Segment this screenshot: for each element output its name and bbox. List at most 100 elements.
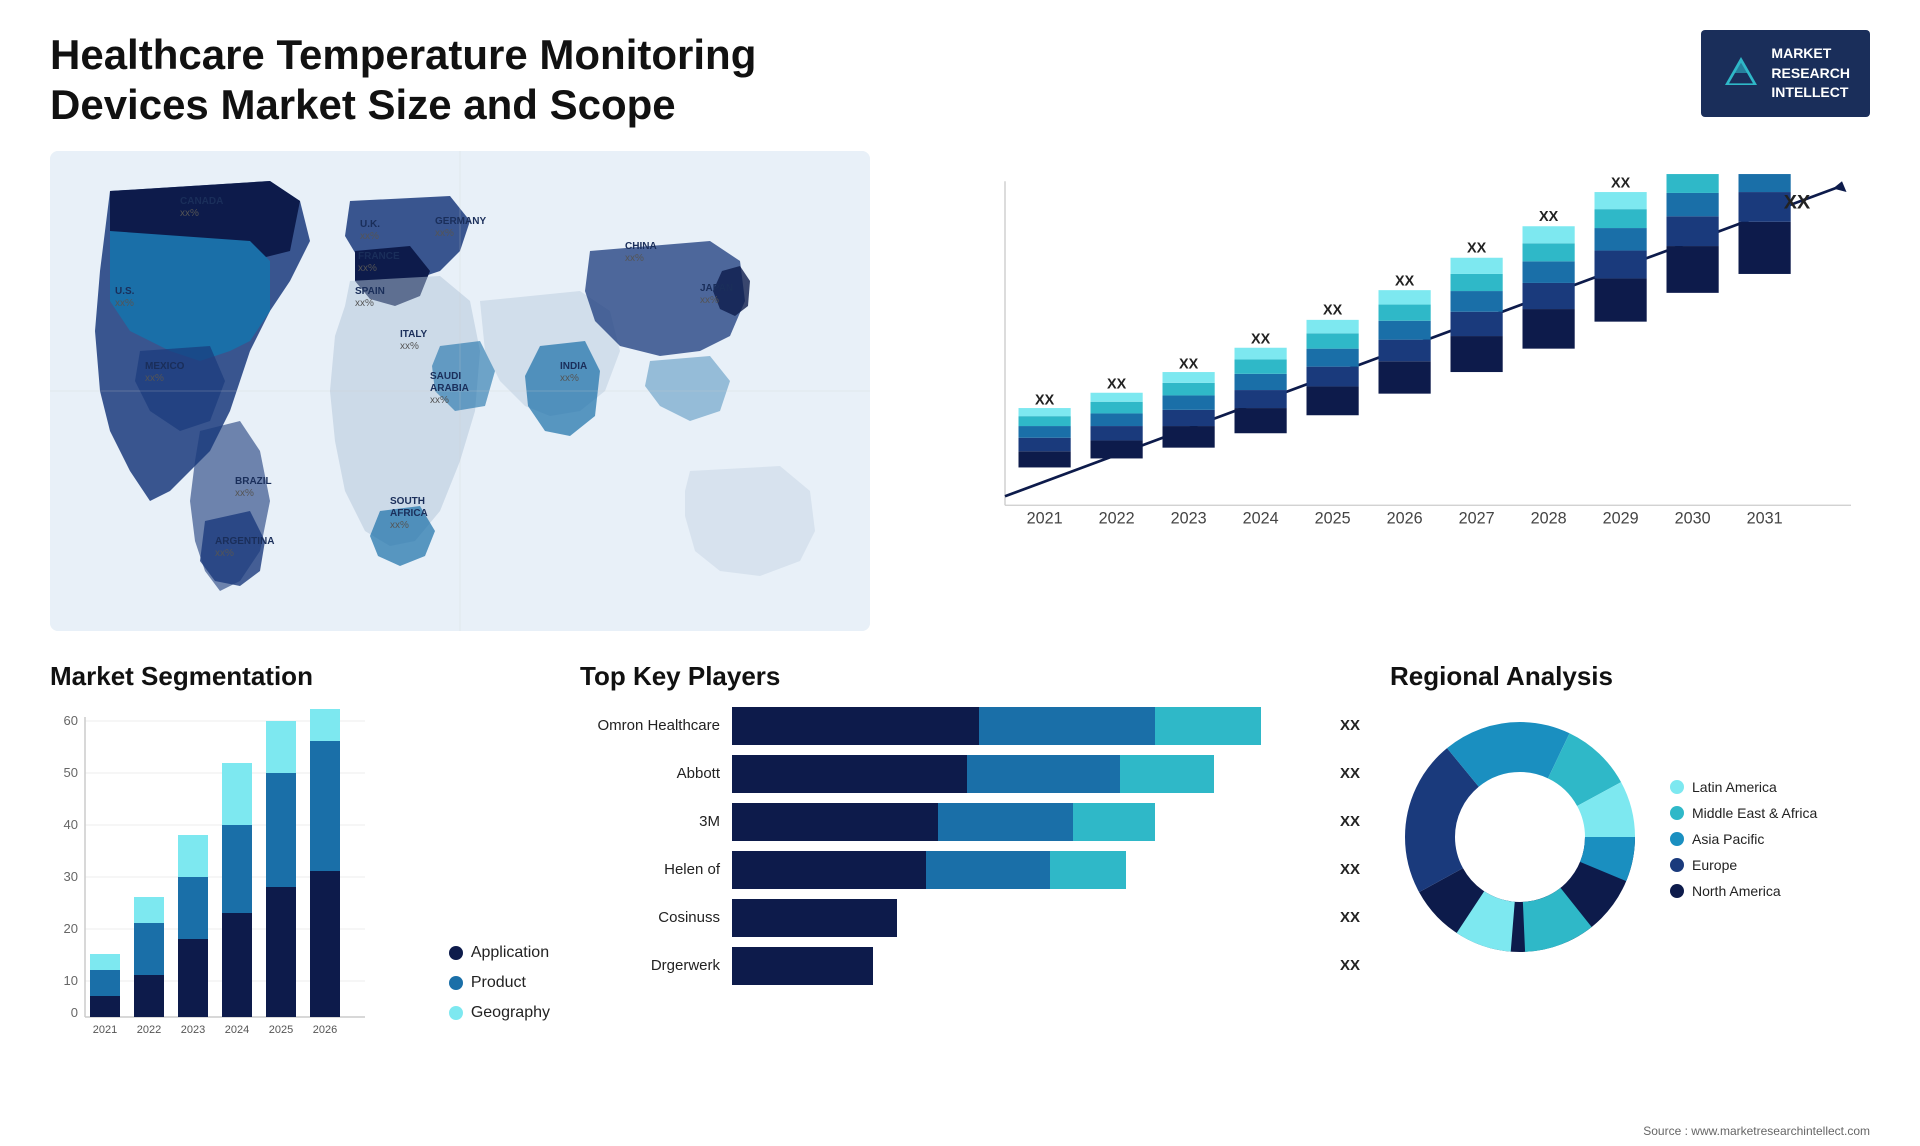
bar-chart-section: 2021 XX 2022 XX 2023 XX xyxy=(900,151,1870,631)
svg-text:2022: 2022 xyxy=(1099,509,1135,527)
svg-text:2029: 2029 xyxy=(1603,509,1639,527)
label-north-america: North America xyxy=(1692,883,1781,899)
bar-seg-mid xyxy=(967,755,1120,793)
legend-application: Application xyxy=(449,944,550,962)
legend-label-application: Application xyxy=(471,944,549,962)
bar-seg-mid xyxy=(979,707,1155,745)
bar-seg-dark xyxy=(732,899,897,937)
label-europe: Europe xyxy=(1692,857,1737,873)
donut-svg-wrap xyxy=(1390,707,1650,972)
player-name-cosinuss: Cosinuss xyxy=(580,909,720,926)
player-name-3m: 3M xyxy=(580,813,720,830)
legend-dot-product xyxy=(449,976,463,990)
bar-seg-dark xyxy=(732,851,926,889)
svg-text:60: 60 xyxy=(64,713,78,728)
seg-legend: Application Product Geography xyxy=(449,944,550,1052)
bar-seg-mid xyxy=(926,851,1049,889)
bar-seg-mid xyxy=(938,803,1073,841)
dot-asia-pacific xyxy=(1670,832,1684,846)
donut-area: Latin America Middle East & Africa Asia … xyxy=(1390,707,1870,972)
player-bar-helen xyxy=(732,851,1320,889)
legend-latin-america: Latin America xyxy=(1670,779,1817,795)
players-title: Top Key Players xyxy=(580,661,1360,692)
svg-text:2024: 2024 xyxy=(1243,509,1279,527)
svg-text:30: 30 xyxy=(64,869,78,884)
player-val-cosinuss: XX xyxy=(1340,909,1360,926)
label-asia-pacific: Asia Pacific xyxy=(1692,831,1764,847)
player-bar-3m xyxy=(732,803,1320,841)
header: Healthcare Temperature Monitoring Device… xyxy=(50,30,1870,131)
player-val-drgerwerk: XX xyxy=(1340,957,1360,974)
svg-text:2021: 2021 xyxy=(1027,509,1063,527)
dot-europe xyxy=(1670,858,1684,872)
legend-europe: Europe xyxy=(1670,857,1817,873)
player-val-3m: XX xyxy=(1340,813,1360,830)
player-row-omron: Omron Healthcare XX xyxy=(580,707,1360,745)
logo-line2: RESEARCH xyxy=(1771,64,1850,84)
players-bars: Omron Healthcare XX Abbott xyxy=(580,707,1360,985)
player-row-3m: 3M XX xyxy=(580,803,1360,841)
bar-seg-light xyxy=(1120,755,1214,793)
svg-text:2025: 2025 xyxy=(269,1024,293,1036)
player-val-abbott: XX xyxy=(1340,765,1360,782)
source-line: Source : www.marketresearchintellect.com xyxy=(1643,1124,1870,1138)
page-title: Healthcare Temperature Monitoring Device… xyxy=(50,30,850,131)
legend-product: Product xyxy=(449,974,550,992)
bar-chart-svg: 2021 XX 2022 XX 2023 XX xyxy=(960,171,1860,561)
legend-north-america: North America xyxy=(1670,883,1817,899)
legend-geography: Geography xyxy=(449,1004,550,1022)
player-val-omron: XX xyxy=(1340,717,1360,734)
bar-seg-dark xyxy=(732,755,967,793)
logo-line3: INTELLECT xyxy=(1771,83,1850,103)
player-name-drgerwerk: Drgerwerk xyxy=(580,957,720,974)
svg-text:50: 50 xyxy=(64,765,78,780)
bar-seg-dark xyxy=(732,947,873,985)
svg-text:XX: XX xyxy=(1251,331,1271,347)
svg-text:2023: 2023 xyxy=(181,1024,205,1036)
svg-text:XX: XX xyxy=(1784,191,1811,213)
svg-text:XX: XX xyxy=(1179,356,1199,372)
legend-dot-geography xyxy=(449,1006,463,1020)
bar-seg-light xyxy=(1155,707,1261,745)
player-name-omron: Omron Healthcare xyxy=(580,717,720,734)
label-mea: Middle East & Africa xyxy=(1692,805,1817,821)
segmentation-title: Market Segmentation xyxy=(50,661,550,692)
player-row-helen: Helen of XX xyxy=(580,851,1360,889)
regional-section: Regional Analysis xyxy=(1390,661,1870,1091)
svg-text:2024: 2024 xyxy=(225,1024,249,1036)
svg-text:2031: 2031 xyxy=(1747,509,1783,527)
player-row-abbott: Abbott XX xyxy=(580,755,1360,793)
svg-text:XX: XX xyxy=(1467,240,1487,256)
svg-text:10: 10 xyxy=(64,973,78,988)
brand-icon xyxy=(1721,53,1761,93)
dot-north-america xyxy=(1670,884,1684,898)
svg-text:2030: 2030 xyxy=(1675,509,1711,527)
svg-text:2026: 2026 xyxy=(1387,509,1423,527)
player-name-abbott: Abbott xyxy=(580,765,720,782)
logo-text: MARKET RESEARCH INTELLECT xyxy=(1771,44,1850,103)
page-container: Healthcare Temperature Monitoring Device… xyxy=(0,0,1920,1146)
map-section: CANADAxx% U.S.xx% MEXICOxx% BRAZILxx% AR… xyxy=(50,151,870,631)
svg-text:XX: XX xyxy=(1539,209,1559,225)
legend-label-geography: Geography xyxy=(471,1004,550,1022)
donut-chart-svg xyxy=(1390,707,1650,967)
world-map-svg xyxy=(50,151,870,631)
logo-box: MARKET RESEARCH INTELLECT xyxy=(1701,30,1870,117)
logo-area: MARKET RESEARCH INTELLECT xyxy=(1701,30,1870,117)
svg-text:2023: 2023 xyxy=(1171,509,1207,527)
label-latin-america: Latin America xyxy=(1692,779,1777,795)
legend-asia-pacific: Asia Pacific xyxy=(1670,831,1817,847)
legend-mea: Middle East & Africa xyxy=(1670,805,1817,821)
seg-chart-area: 60 50 40 30 20 10 0 xyxy=(50,707,550,1052)
svg-text:XX: XX xyxy=(1035,392,1055,408)
logo-line1: MARKET xyxy=(1771,44,1850,64)
seg-svg-wrap: 60 50 40 30 20 10 0 xyxy=(50,707,429,1052)
player-row-drgerwerk: Drgerwerk XX xyxy=(580,947,1360,985)
svg-text:2022: 2022 xyxy=(137,1024,161,1036)
svg-text:2027: 2027 xyxy=(1459,509,1495,527)
players-section: Top Key Players Omron Healthcare XX Abbo… xyxy=(580,661,1360,1091)
segmentation-section: Market Segmentation 60 50 40 30 20 10 0 xyxy=(50,661,550,1091)
regional-legend: Latin America Middle East & Africa Asia … xyxy=(1670,779,1817,899)
svg-text:XX: XX xyxy=(1323,302,1343,318)
player-bar-cosinuss xyxy=(732,899,1320,937)
